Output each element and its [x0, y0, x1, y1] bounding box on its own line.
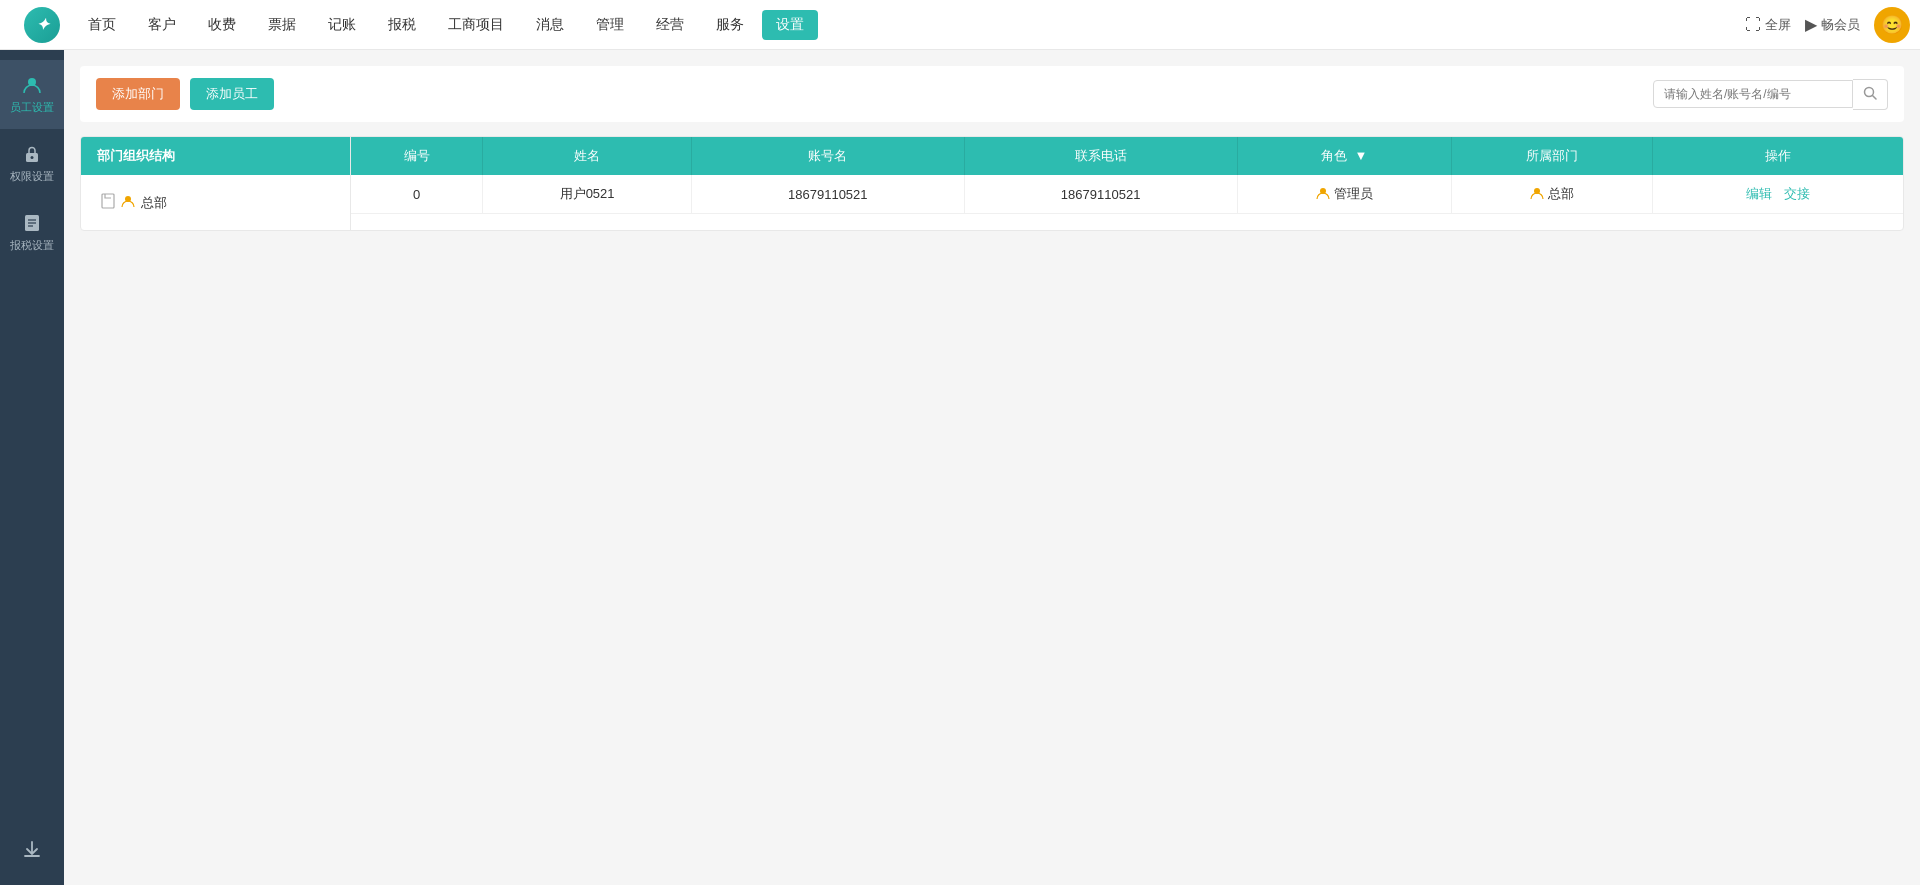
cell-name: 用户0521	[483, 175, 692, 214]
tax-settings-icon	[21, 212, 43, 234]
dept-name: 总部	[141, 194, 167, 212]
search-area	[1653, 79, 1888, 110]
logo-icon: ✦	[24, 7, 60, 43]
nav-item-bookkeeping[interactable]: 记账	[314, 10, 370, 40]
nav-item-fees[interactable]: 收费	[194, 10, 250, 40]
top-nav: ✦ 首页 客户 收费 票据 记账 报税 工商项目 消息 管理 经营 服务 设置 …	[0, 0, 1920, 50]
vip-btn[interactable]: ▶ 畅会员	[1805, 15, 1860, 34]
lock-icon	[21, 143, 43, 165]
role-icon	[1316, 186, 1330, 203]
logo-area: ✦	[10, 7, 74, 43]
col-header-action: 操作	[1652, 137, 1903, 175]
nav-items: 首页 客户 收费 票据 记账 报税 工商项目 消息 管理 经营 服务 设置	[74, 10, 1745, 40]
col-header-id: 编号	[351, 137, 483, 175]
dept-tree-item-hq[interactable]: 总部	[97, 185, 334, 220]
cell-dept: 总部	[1451, 175, 1652, 214]
sidebar-item-taxsettings[interactable]: 报税设置	[0, 198, 64, 267]
main-content: 部门组织结构	[80, 136, 1904, 231]
sidebar-item-permissions-label: 权限设置	[10, 169, 54, 184]
svg-line-8	[1873, 95, 1877, 99]
search-input[interactable]	[1653, 80, 1853, 108]
svg-point-2	[31, 156, 34, 159]
cell-phone: 18679110521	[964, 175, 1237, 214]
cell-id: 0	[351, 175, 483, 214]
edit-link[interactable]: 编辑	[1746, 186, 1772, 201]
nav-item-message[interactable]: 消息	[522, 10, 578, 40]
avatar[interactable]: 😊	[1874, 7, 1910, 43]
nav-item-tax[interactable]: 报税	[374, 10, 430, 40]
nav-right: ⛶ 全屏 ▶ 畅会员 😊	[1745, 7, 1910, 43]
vip-label: 畅会员	[1821, 16, 1860, 34]
sidebar-item-employee[interactable]: 员工设置	[0, 60, 64, 129]
dept-tree: 部门组织结构	[81, 137, 351, 230]
sidebar-download-btn[interactable]	[0, 825, 64, 875]
vip-icon: ▶	[1805, 15, 1817, 34]
cell-role: 管理员	[1237, 175, 1451, 214]
download-icon	[21, 839, 43, 861]
main-layout: 员工设置 权限设置 报税设置	[0, 50, 1920, 885]
nav-item-client[interactable]: 客户	[134, 10, 190, 40]
nav-item-manage[interactable]: 管理	[582, 10, 638, 40]
add-emp-button[interactable]: 添加员工	[190, 78, 274, 110]
nav-item-bills[interactable]: 票据	[254, 10, 310, 40]
col-header-name: 姓名	[483, 137, 692, 175]
dept-tree-header: 部门组织结构	[81, 137, 350, 175]
svg-rect-9	[102, 194, 114, 208]
nav-item-service[interactable]: 服务	[702, 10, 758, 40]
employee-data-table: 编号 姓名 账号名 联系电话 角色 ▼ 所属部门 操作	[351, 137, 1903, 214]
nav-item-settings[interactable]: 设置	[762, 10, 818, 40]
toolbar: 添加部门 添加员工	[80, 66, 1904, 122]
cell-dept-icon	[1530, 186, 1544, 203]
col-header-account: 账号名	[691, 137, 964, 175]
add-dept-button[interactable]: 添加部门	[96, 78, 180, 110]
col-header-role[interactable]: 角色 ▼	[1237, 137, 1451, 175]
search-button[interactable]	[1853, 79, 1888, 110]
sort-icon-role: ▼	[1354, 148, 1367, 163]
sidebar-item-taxsettings-label: 报税设置	[10, 238, 54, 253]
sidebar-item-employee-label: 员工设置	[10, 100, 54, 115]
transfer-link[interactable]: 交接	[1784, 186, 1810, 201]
employee-icon	[21, 74, 43, 96]
content-area: 添加部门 添加员工 部门组织结构	[64, 50, 1920, 885]
fullscreen-btn[interactable]: ⛶ 全屏	[1745, 16, 1791, 34]
cell-account: 18679110521	[691, 175, 964, 214]
fullscreen-icon: ⛶	[1745, 16, 1761, 34]
nav-item-home[interactable]: 首页	[74, 10, 130, 40]
cell-action: 编辑 交接	[1652, 175, 1903, 214]
search-icon	[1863, 86, 1877, 100]
col-header-phone: 联系电话	[964, 137, 1237, 175]
dept-tree-content: 总部	[81, 175, 350, 230]
table-row: 0 用户0521 18679110521 18679110521	[351, 175, 1903, 214]
nav-item-business[interactable]: 工商项目	[434, 10, 518, 40]
file-icon	[101, 193, 115, 212]
sidebar: 员工设置 权限设置 报税设置	[0, 50, 64, 885]
sidebar-item-permissions[interactable]: 权限设置	[0, 129, 64, 198]
fullscreen-label: 全屏	[1765, 16, 1791, 34]
dept-user-icon	[121, 194, 135, 211]
employee-table: 编号 姓名 账号名 联系电话 角色 ▼ 所属部门 操作	[351, 137, 1903, 230]
nav-item-operation[interactable]: 经营	[642, 10, 698, 40]
col-header-dept: 所属部门	[1451, 137, 1652, 175]
